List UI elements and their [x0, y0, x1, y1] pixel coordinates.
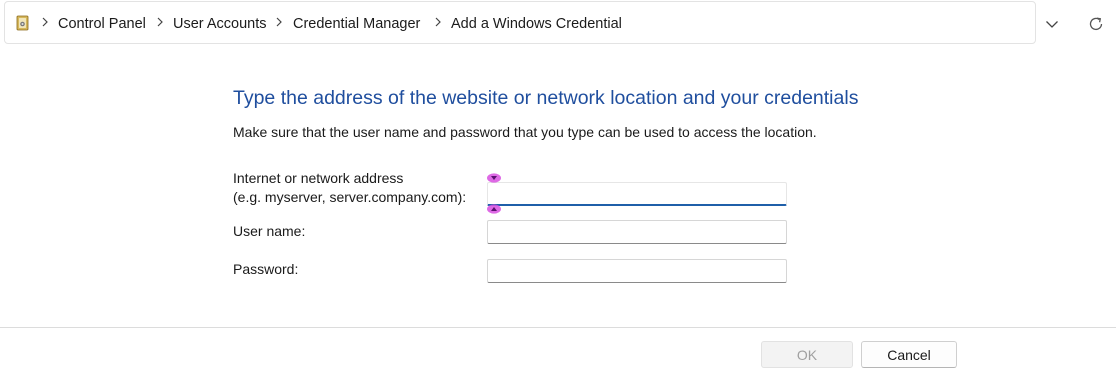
address-example-label: (e.g. myserver, server.company.com):: [233, 189, 467, 205]
breadcrumb-separator-icon: [39, 15, 51, 31]
cancel-button[interactable]: Cancel: [861, 341, 957, 368]
password-input[interactable]: [487, 259, 787, 283]
breadcrumb-separator-icon: [432, 15, 444, 31]
chevron-down-icon: [1046, 20, 1058, 28]
internet-address-input[interactable]: [487, 182, 787, 206]
breadcrumb-add-windows-credential[interactable]: Add a Windows Credential: [451, 14, 622, 34]
password-label: Password:: [233, 261, 299, 277]
page-title: Type the address of the website or netwo…: [233, 87, 859, 109]
address-bar[interactable]: Control Panel User Accounts Credential M…: [4, 1, 1036, 44]
address-label: Internet or network address: [233, 170, 404, 186]
breadcrumb-separator-icon: [154, 15, 166, 31]
breadcrumb-credential-manager[interactable]: Credential Manager: [293, 14, 420, 34]
caret-marker-top-icon: [487, 173, 501, 183]
control-panel-folder-icon: [15, 15, 31, 31]
ok-button[interactable]: OK: [761, 341, 853, 368]
refresh-icon: [1089, 17, 1103, 31]
user-name-label: User name:: [233, 223, 306, 239]
breadcrumb-user-accounts[interactable]: User Accounts: [173, 14, 267, 34]
footer-divider: [0, 327, 1116, 328]
address-history-dropdown-button[interactable]: [1040, 13, 1064, 35]
breadcrumb-separator-icon: [273, 15, 285, 31]
instruction-text: Make sure that the user name and passwor…: [233, 124, 817, 140]
refresh-button[interactable]: [1084, 12, 1108, 36]
breadcrumb-control-panel[interactable]: Control Panel: [58, 14, 146, 34]
caret-marker-bottom-icon: [487, 204, 501, 214]
user-name-input[interactable]: [487, 220, 787, 244]
add-credential-window: Control Panel User Accounts Credential M…: [0, 0, 1116, 391]
